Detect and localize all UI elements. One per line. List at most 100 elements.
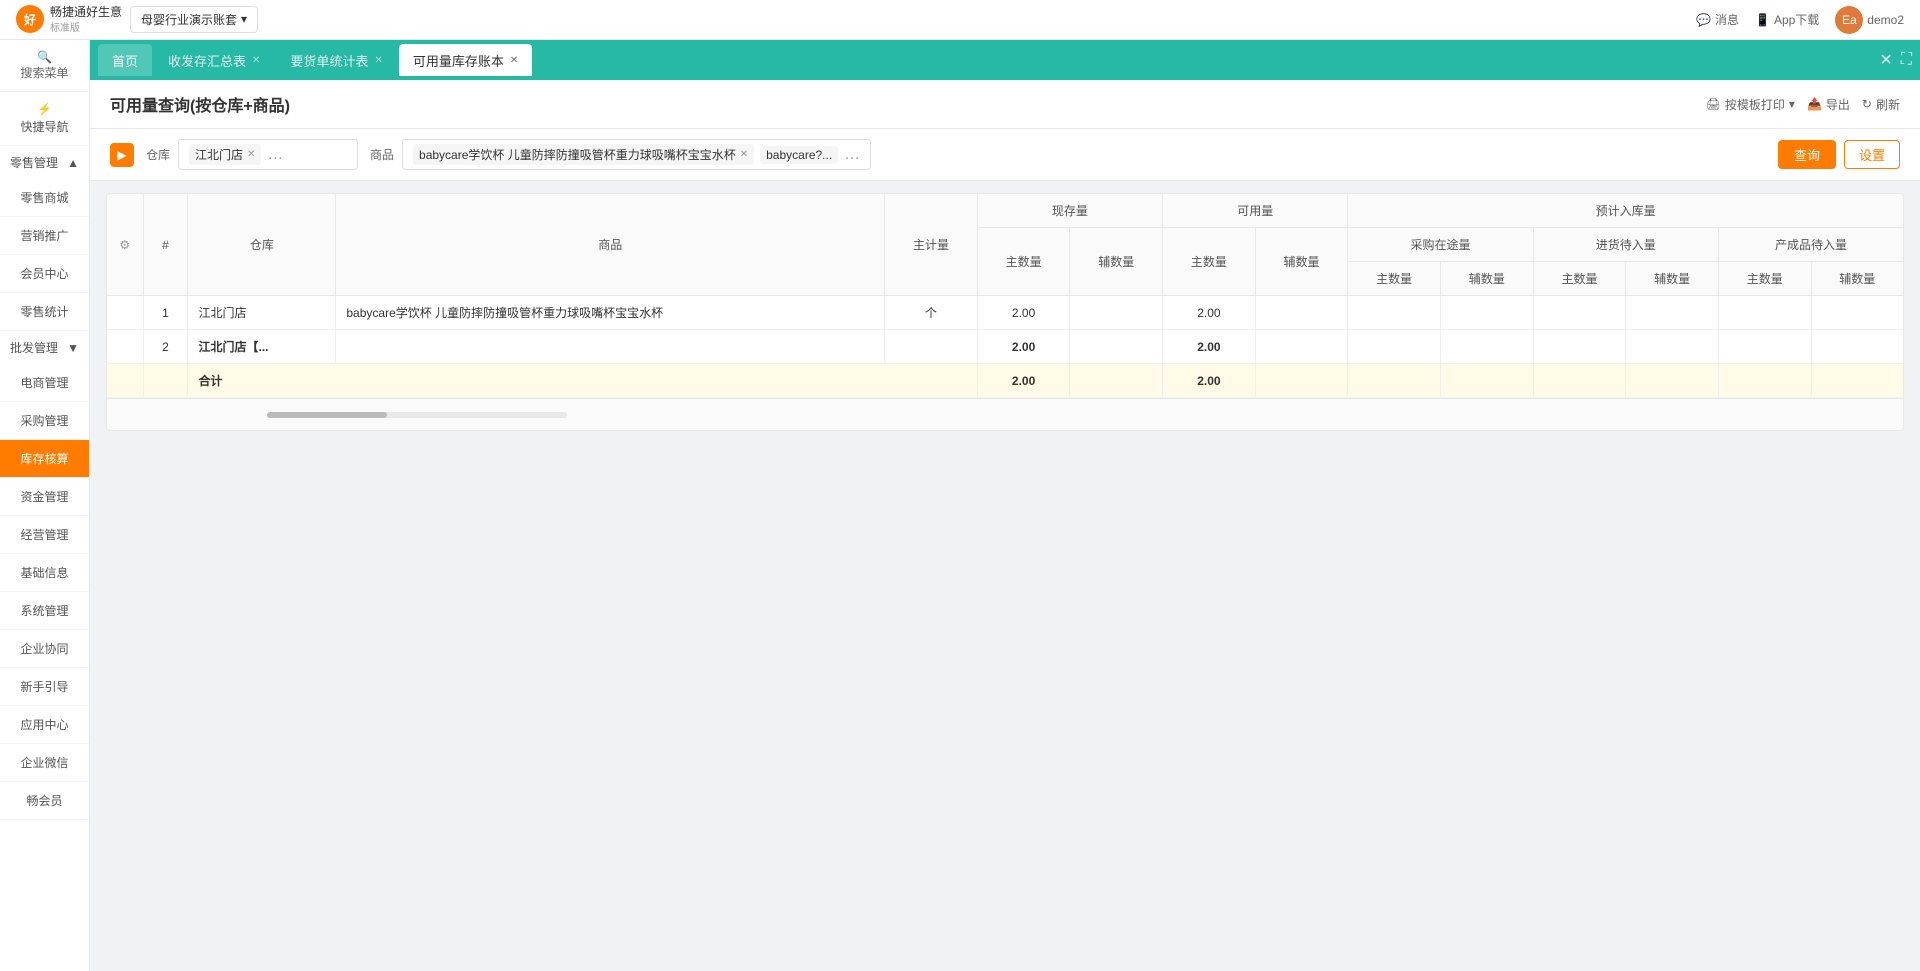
- total-incoming-main: [1533, 364, 1626, 398]
- row1-avail-main: 2.00: [1163, 296, 1256, 330]
- sidebar-item-member[interactable]: 会员中心: [0, 255, 89, 293]
- sidebar-item-quicknav[interactable]: ⚡ 快捷导航: [0, 92, 89, 146]
- export-btn[interactable]: 📤 导出: [1807, 96, 1850, 113]
- row1-purchase-aux: [1440, 296, 1533, 330]
- sidebar-item-system-mgmt[interactable]: 系统管理: [0, 592, 89, 630]
- th-incoming-pending-group: 进货待入量: [1533, 228, 1718, 262]
- user-area[interactable]: Ea demo2: [1835, 6, 1904, 34]
- expand-btn[interactable]: ⛶: [1901, 51, 1912, 69]
- top-bar: 好 畅捷通好生意 标准版 母婴行业演示账套 ▾ 💬 消息 📱 App下载 Ea …: [0, 0, 1920, 40]
- logo-sub: 标准版: [50, 19, 122, 34]
- row2-warehouse: 江北门店【...: [188, 330, 336, 364]
- user-name: demo2: [1867, 13, 1904, 27]
- gear-icon[interactable]: ⚙: [119, 238, 130, 252]
- sidebar-item-inventory[interactable]: 库存核算: [0, 440, 89, 478]
- total-avail-main: 2.00: [1163, 364, 1256, 398]
- retail-mgmt-header[interactable]: 零售管理 ▲: [0, 146, 89, 179]
- warehouse-more-icon[interactable]: …: [267, 146, 283, 164]
- template-print-btn[interactable]: 🖨 按模板打印 ▾: [1706, 96, 1795, 113]
- tab-home[interactable]: 首页: [98, 44, 152, 76]
- total-production-aux: [1811, 364, 1903, 398]
- th-warehouse: 仓库: [188, 194, 336, 296]
- table-container: ⚙ # 仓库 商品 主计量 现存量 可用量 预计入库量 主数量 辅: [106, 193, 1904, 431]
- product-filter-group: 商品 babycare学饮杯 儿童防摔防撞吸管杯重力球吸嘴杯宝宝水杯 ✕ bab…: [370, 139, 871, 170]
- inventory-label: 库存核算: [20, 450, 68, 467]
- refresh-label: 刷新: [1876, 96, 1900, 113]
- app-download-item[interactable]: 📱 App下载: [1755, 11, 1819, 28]
- th-purchase-transit-group: 采购在途量: [1348, 228, 1533, 262]
- wholesale-mgmt-label: 批发管理: [10, 339, 58, 356]
- th-purchase-aux: 辅数量: [1440, 262, 1533, 296]
- export-icon: 📤: [1807, 97, 1822, 111]
- order-stats-tab-label: 要货单统计表: [290, 51, 368, 70]
- sidebar-item-finance[interactable]: 资金管理: [0, 478, 89, 516]
- sidebar-search[interactable]: 🔍 搜索菜单: [0, 40, 89, 92]
- message-item[interactable]: 💬 消息: [1696, 11, 1739, 28]
- sidebar-item-enterprise[interactable]: 企业协同: [0, 630, 89, 668]
- th-unit: 主计量: [885, 194, 978, 296]
- filter-toggle-btn[interactable]: ▶: [110, 143, 134, 167]
- total-purchase-main: [1348, 364, 1441, 398]
- top-bar-right: 💬 消息 📱 App下载 Ea demo2: [1696, 6, 1904, 34]
- total-current-aux: [1070, 364, 1163, 398]
- operations-label: 经营管理: [20, 526, 68, 543]
- retail-mgmt-label: 零售管理: [10, 154, 58, 171]
- horizontal-scrollbar[interactable]: [267, 412, 567, 418]
- sidebar-item-basic-info[interactable]: 基础信息: [0, 554, 89, 592]
- row1-current-aux: [1070, 296, 1163, 330]
- available-stock-tab-close[interactable]: ✕: [510, 55, 518, 66]
- row2-production-main: [1718, 330, 1811, 364]
- th-current-stock-group: 现存量: [977, 194, 1162, 228]
- chevron-down-icon: ▾: [241, 12, 247, 26]
- th-avail-aux: 辅数量: [1255, 228, 1348, 296]
- sidebar-item-enterprise-wechat[interactable]: 企业微信: [0, 744, 89, 782]
- sidebar-item-retail-stats[interactable]: 零售统计: [0, 293, 89, 331]
- close-all-tabs-btn[interactable]: ✕: [1879, 50, 1892, 70]
- tab-bar: 首页 收发存汇总表 ✕ 要货单统计表 ✕ 可用量库存账本 ✕ ✕ ⛶: [90, 40, 1920, 80]
- product-filter-input[interactable]: babycare学饮杯 儿童防摔防撞吸管杯重力球吸嘴杯宝宝水杯 ✕ babyca…: [402, 139, 871, 170]
- member2-label: 畅会员: [26, 792, 62, 809]
- product-tag1-close[interactable]: ✕: [740, 149, 748, 160]
- warehouse-filter-input[interactable]: 江北门店 ✕ …: [178, 139, 358, 170]
- th-incoming-main: 主数量: [1533, 262, 1626, 296]
- retail-mall-label: 零售商城: [20, 189, 68, 206]
- sidebar-item-member2[interactable]: 畅会员: [0, 782, 89, 820]
- receipts-tab-close[interactable]: ✕: [252, 55, 260, 66]
- row2-avail-aux: [1255, 330, 1348, 364]
- sidebar-item-retail-mall[interactable]: 零售商城: [0, 179, 89, 217]
- account-selector[interactable]: 母婴行业演示账套 ▾: [130, 6, 258, 33]
- sidebar-item-app-center[interactable]: 应用中心: [0, 706, 89, 744]
- warehouse-filter-group: 仓库 江北门店 ✕ …: [146, 139, 358, 170]
- th-current-aux: 辅数量: [1070, 228, 1163, 296]
- ecommerce-label: 电商管理: [20, 374, 68, 391]
- export-label: 导出: [1826, 96, 1850, 113]
- query-btn[interactable]: 查询: [1778, 140, 1836, 169]
- sidebar-item-marketing[interactable]: 营销推广: [0, 217, 89, 255]
- tab-receipts[interactable]: 收发存汇总表 ✕: [154, 44, 274, 76]
- wholesale-mgmt-header[interactable]: 批发管理 ▼: [0, 331, 89, 364]
- row2-avail-main: 2.00: [1163, 330, 1256, 364]
- page-content: 可用量查询(按仓库+商品) 🖨 按模板打印 ▾ 📤 导出 ↻ 刷新: [90, 80, 1920, 971]
- warehouse-tag-close[interactable]: ✕: [247, 149, 255, 160]
- sidebar-item-ecommerce[interactable]: 电商管理: [0, 364, 89, 402]
- row1-product: babycare学饮杯 儿童防摔防撞吸管杯重力球吸嘴杯宝宝水杯: [336, 296, 885, 330]
- print-icon: 🖨: [1706, 97, 1721, 111]
- scrollbar-thumb[interactable]: [267, 412, 387, 418]
- member-label: 会员中心: [20, 265, 68, 282]
- sidebar-item-purchase[interactable]: 采购管理: [0, 402, 89, 440]
- refresh-btn[interactable]: ↻ 刷新: [1862, 96, 1900, 113]
- warehouse-filter-label: 仓库: [146, 146, 170, 163]
- order-stats-tab-close[interactable]: ✕: [374, 55, 382, 66]
- phone-icon: 📱: [1755, 13, 1770, 27]
- settings-btn[interactable]: 设置: [1844, 140, 1900, 169]
- product-more-icon[interactable]: …: [844, 146, 860, 164]
- tab-order-stats[interactable]: 要货单统计表 ✕: [276, 44, 396, 76]
- basic-info-label: 基础信息: [20, 564, 68, 581]
- sidebar-item-operations[interactable]: 经营管理: [0, 516, 89, 554]
- sidebar-item-newbie[interactable]: 新手引导: [0, 668, 89, 706]
- row2-current-aux: [1070, 330, 1163, 364]
- th-available-qty-group: 可用量: [1163, 194, 1348, 228]
- template-print-label: 按模板打印: [1725, 96, 1785, 113]
- tab-available-stock[interactable]: 可用量库存账本 ✕: [399, 44, 532, 76]
- th-production-pending-group: 产成品待入量: [1718, 228, 1903, 262]
